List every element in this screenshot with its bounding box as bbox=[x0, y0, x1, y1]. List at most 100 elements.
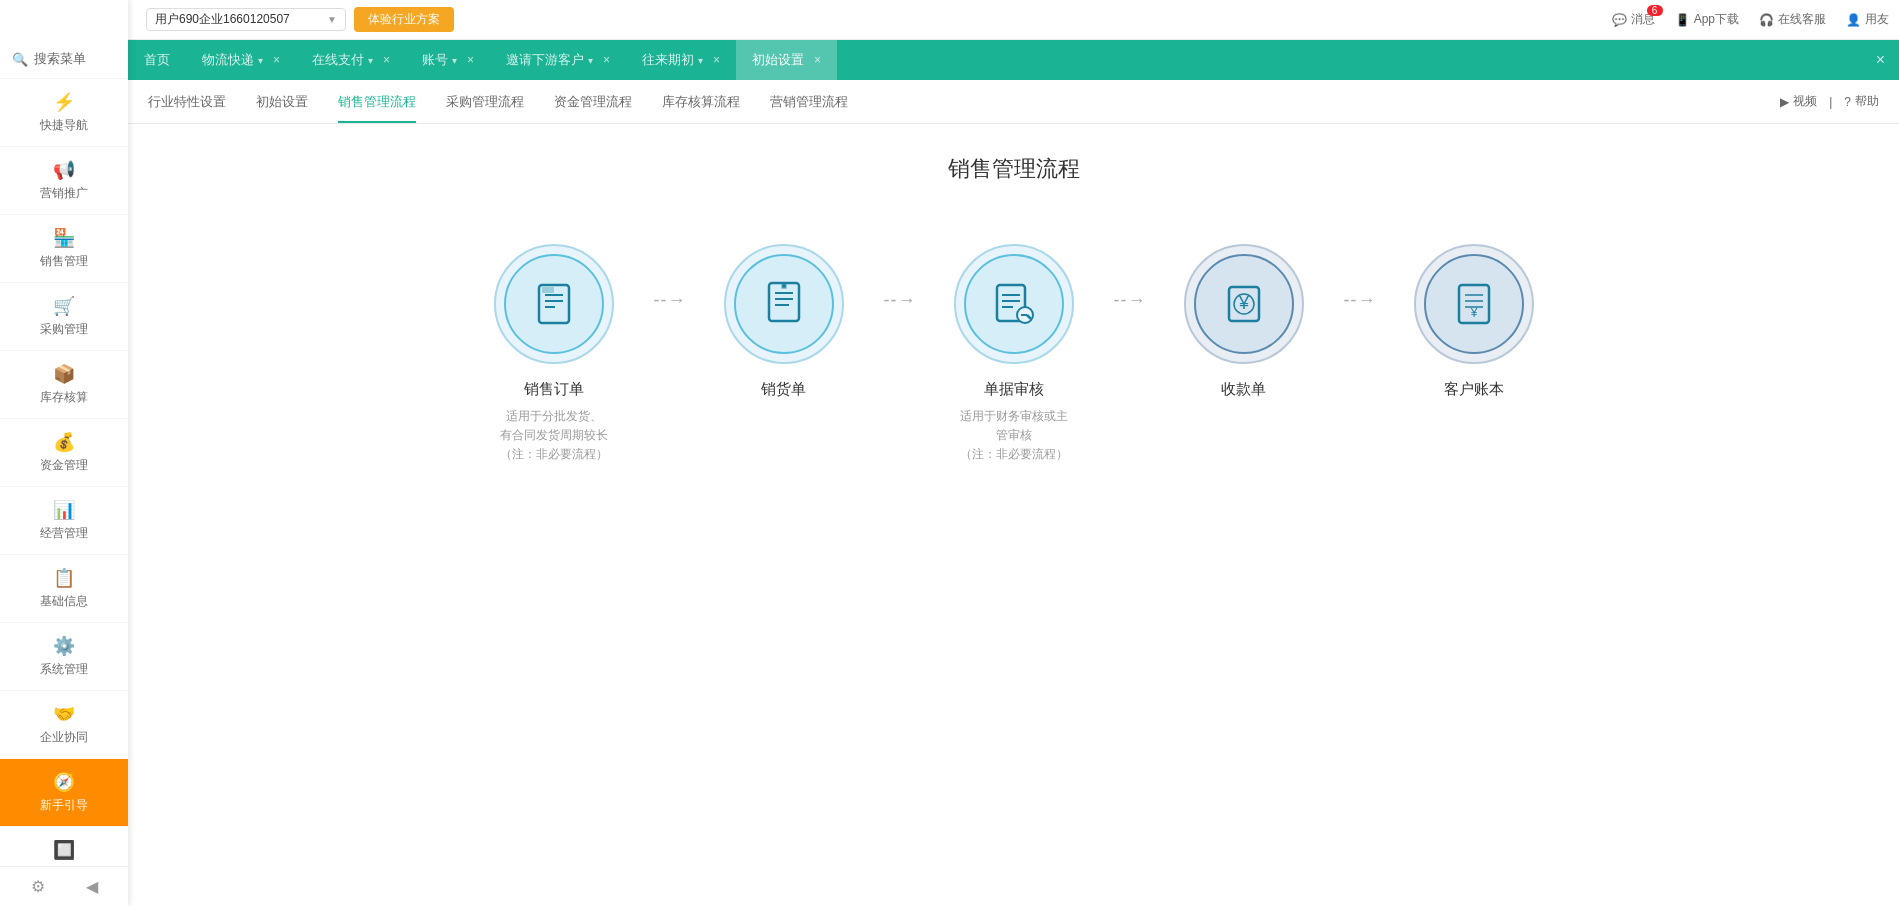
nav-tab-past-period[interactable]: 往来期初 ▾ × bbox=[626, 40, 736, 80]
collapse-btn[interactable]: ◀ bbox=[86, 877, 98, 896]
page-title: 销售管理流程 bbox=[168, 154, 1859, 184]
nav-tab-payment[interactable]: 在线支付 ▾ × bbox=[296, 40, 406, 80]
app-center-icon: 🔲 bbox=[53, 839, 75, 861]
flow-circle-voucher-review bbox=[954, 244, 1074, 364]
tab-close-icon[interactable]: × bbox=[713, 53, 720, 67]
sales-order-icon bbox=[529, 279, 579, 329]
flow-desc-sales-order: 适用于分批发货、有合同发货周期较长（注：非必要流程） bbox=[500, 407, 608, 465]
ops-mgmt-icon: 📊 bbox=[53, 499, 75, 521]
sales-delivery-icon bbox=[759, 279, 809, 329]
nav-tab-invite-downstream[interactable]: 邀请下游客户 ▾ × bbox=[490, 40, 626, 80]
tab-close-icon[interactable]: × bbox=[467, 53, 474, 67]
message-icon: 💬 bbox=[1612, 13, 1627, 27]
sidebar-item-basic-info[interactable]: 📋 基础信息 bbox=[0, 555, 128, 623]
flow-diagram: 销售订单 适用于分批发货、有合同发货周期较长（注：非必要流程） - - → bbox=[168, 244, 1859, 465]
sidebar-item-quick-nav[interactable]: ⚡ 快捷导航 bbox=[0, 79, 128, 147]
experience-btn[interactable]: 体验行业方案 bbox=[354, 7, 454, 32]
sidebar-item-purchase-mgmt[interactable]: 🛒 采购管理 bbox=[0, 283, 128, 351]
flow-circle-sales-delivery bbox=[724, 244, 844, 364]
sidebar: 🔍 搜索菜单 ⚡ 快捷导航 📢 营销推广 🏪 销售管理 🛒 采购管理 📦 库存核… bbox=[0, 0, 128, 906]
inventory-icon: 📦 bbox=[53, 363, 75, 385]
flow-label-sales-order: 销售订单 bbox=[524, 380, 584, 399]
purchase-mgmt-icon: 🛒 bbox=[53, 295, 75, 317]
flow-circle-sales-order bbox=[494, 244, 614, 364]
sidebar-item-inventory[interactable]: 📦 库存核算 bbox=[0, 351, 128, 419]
sidebar-item-sales-mgmt[interactable]: 🏪 销售管理 bbox=[0, 215, 128, 283]
nav-tab-account[interactable]: 账号 ▾ × bbox=[406, 40, 490, 80]
flow-label-collection: 收款单 bbox=[1221, 380, 1266, 399]
top-bar: 🌿 畅康通好生意 标准版 用户690企业1660120507 ▼ 体验行业方案 … bbox=[0, 0, 1899, 40]
flow-step-collection: ¥ 收款单 bbox=[1154, 244, 1334, 407]
tab-arrow-icon: ▾ bbox=[452, 55, 457, 66]
main-content: 销售管理流程 销售订单 适用于分批发货、有合同发货周期较长（注：非必要流程） -… bbox=[128, 124, 1899, 906]
sidebar-item-finance-mgmt[interactable]: 💰 资金管理 bbox=[0, 419, 128, 487]
sidebar-item-enterprise-coop[interactable]: 🤝 企业协同 bbox=[0, 691, 128, 759]
help-btn[interactable]: ? 帮助 bbox=[1844, 93, 1879, 110]
sidebar-item-new-guide[interactable]: 🧭 新手引导 bbox=[0, 759, 128, 827]
collection-icon: ¥ bbox=[1219, 279, 1269, 329]
customer-account-icon: ¥ bbox=[1449, 279, 1499, 329]
marketing-promo-icon: 📢 bbox=[53, 159, 75, 181]
online-service-btn[interactable]: 🎧 在线客服 bbox=[1759, 11, 1826, 28]
video-icon: ▶ bbox=[1780, 95, 1789, 109]
help-icon: ? bbox=[1844, 95, 1851, 109]
nav-tab-home[interactable]: 首页 bbox=[128, 40, 186, 80]
sub-tabs: 行业特性设置 初始设置 销售管理流程 采购管理流程 资金管理流程 库存核算流程 … bbox=[128, 80, 1899, 124]
enterprise-coop-icon: 🤝 bbox=[53, 703, 75, 725]
sys-mgmt-icon: ⚙️ bbox=[53, 635, 75, 657]
tab-close-icon[interactable]: × bbox=[273, 53, 280, 67]
sub-tab-industry-settings[interactable]: 行业特性设置 bbox=[148, 81, 226, 123]
sidebar-item-marketing-promo[interactable]: 📢 营销推广 bbox=[0, 147, 128, 215]
flow-step-customer-account: ¥ 客户账本 bbox=[1384, 244, 1564, 407]
tab-close-icon[interactable]: × bbox=[603, 53, 610, 67]
top-bar-right: 💬 消息 6 📱 App下载 🎧 在线客服 👤 用友 bbox=[1612, 11, 1889, 28]
sub-tab-initial-settings[interactable]: 初始设置 bbox=[256, 81, 308, 123]
selector-arrow-icon: ▼ bbox=[327, 14, 337, 25]
svg-rect-4 bbox=[542, 287, 554, 293]
sub-tab-inventory-flow[interactable]: 库存核算流程 bbox=[662, 81, 740, 123]
avatar-icon: 👤 bbox=[1846, 13, 1861, 27]
message-btn[interactable]: 💬 消息 6 bbox=[1612, 11, 1655, 28]
video-help-btn[interactable]: ▶ 视频 bbox=[1780, 93, 1817, 110]
sub-tab-marketing-flow[interactable]: 营销管理流程 bbox=[770, 81, 848, 123]
sidebar-item-sys-mgmt[interactable]: ⚙️ 系统管理 bbox=[0, 623, 128, 691]
sidebar-menu: ⚡ 快捷导航 📢 营销推广 🏪 销售管理 🛒 采购管理 📦 库存核算 💰 资金管… bbox=[0, 79, 128, 866]
user-avatar-btn[interactable]: 👤 用友 bbox=[1846, 11, 1889, 28]
flow-arrow-4: - - → bbox=[1334, 244, 1384, 311]
finance-mgmt-icon: 💰 bbox=[53, 431, 75, 453]
flow-arrow-2: - - → bbox=[874, 244, 924, 311]
close-all-tabs-btn[interactable]: × bbox=[1862, 51, 1899, 69]
svg-point-9 bbox=[782, 284, 786, 288]
sidebar-item-app-center[interactable]: 🔲 应用中心 bbox=[0, 827, 128, 866]
nav-tab-initial-setup[interactable]: 初始设置 × bbox=[736, 40, 837, 80]
flow-circle-customer-account: ¥ bbox=[1414, 244, 1534, 364]
sidebar-item-ops-mgmt[interactable]: 📊 经营管理 bbox=[0, 487, 128, 555]
flow-step-voucher-review: 单据审核 适用于财务审核或主管审核（注：非必要流程） bbox=[924, 244, 1104, 465]
nav-tabs: 首页 物流快递 ▾ × 在线支付 ▾ × 账号 ▾ × 邀请下游客户 ▾ × 往… bbox=[128, 40, 1899, 80]
headset-icon: 🎧 bbox=[1759, 13, 1774, 27]
tab-arrow-icon: ▾ bbox=[698, 55, 703, 66]
nav-tab-logistics[interactable]: 物流快递 ▾ × bbox=[186, 40, 296, 80]
voucher-review-icon bbox=[989, 279, 1039, 329]
sub-tab-purchase-flow[interactable]: 采购管理流程 bbox=[446, 81, 524, 123]
flow-label-voucher-review: 单据审核 bbox=[984, 380, 1044, 399]
sub-tab-sales-flow[interactable]: 销售管理流程 bbox=[338, 81, 416, 123]
flow-label-sales-delivery: 销货单 bbox=[761, 380, 806, 399]
flow-circle-collection: ¥ bbox=[1184, 244, 1304, 364]
app-download-btn[interactable]: 📱 App下载 bbox=[1675, 11, 1739, 28]
search-icon: 🔍 bbox=[12, 52, 28, 67]
settings-gear-btn[interactable]: ⚙ bbox=[31, 877, 45, 896]
sales-mgmt-icon: 🏪 bbox=[53, 227, 75, 249]
quick-nav-icon: ⚡ bbox=[53, 91, 75, 113]
sub-tab-right-actions: ▶ 视频 | ? 帮助 bbox=[1780, 93, 1879, 110]
company-selector[interactable]: 用户690企业1660120507 ▼ bbox=[146, 8, 346, 31]
sub-tab-finance-flow[interactable]: 资金管理流程 bbox=[554, 81, 632, 123]
tab-close-icon[interactable]: × bbox=[383, 53, 390, 67]
flow-label-customer-account: 客户账本 bbox=[1444, 380, 1504, 399]
flow-arrow-1: - - → bbox=[644, 244, 694, 311]
sidebar-search[interactable]: 🔍 搜索菜单 bbox=[0, 40, 128, 79]
flow-desc-voucher-review: 适用于财务审核或主管审核（注：非必要流程） bbox=[960, 407, 1068, 465]
tab-close-icon[interactable]: × bbox=[814, 53, 821, 67]
basic-info-icon: 📋 bbox=[53, 567, 75, 589]
svg-text:¥: ¥ bbox=[1237, 293, 1249, 313]
